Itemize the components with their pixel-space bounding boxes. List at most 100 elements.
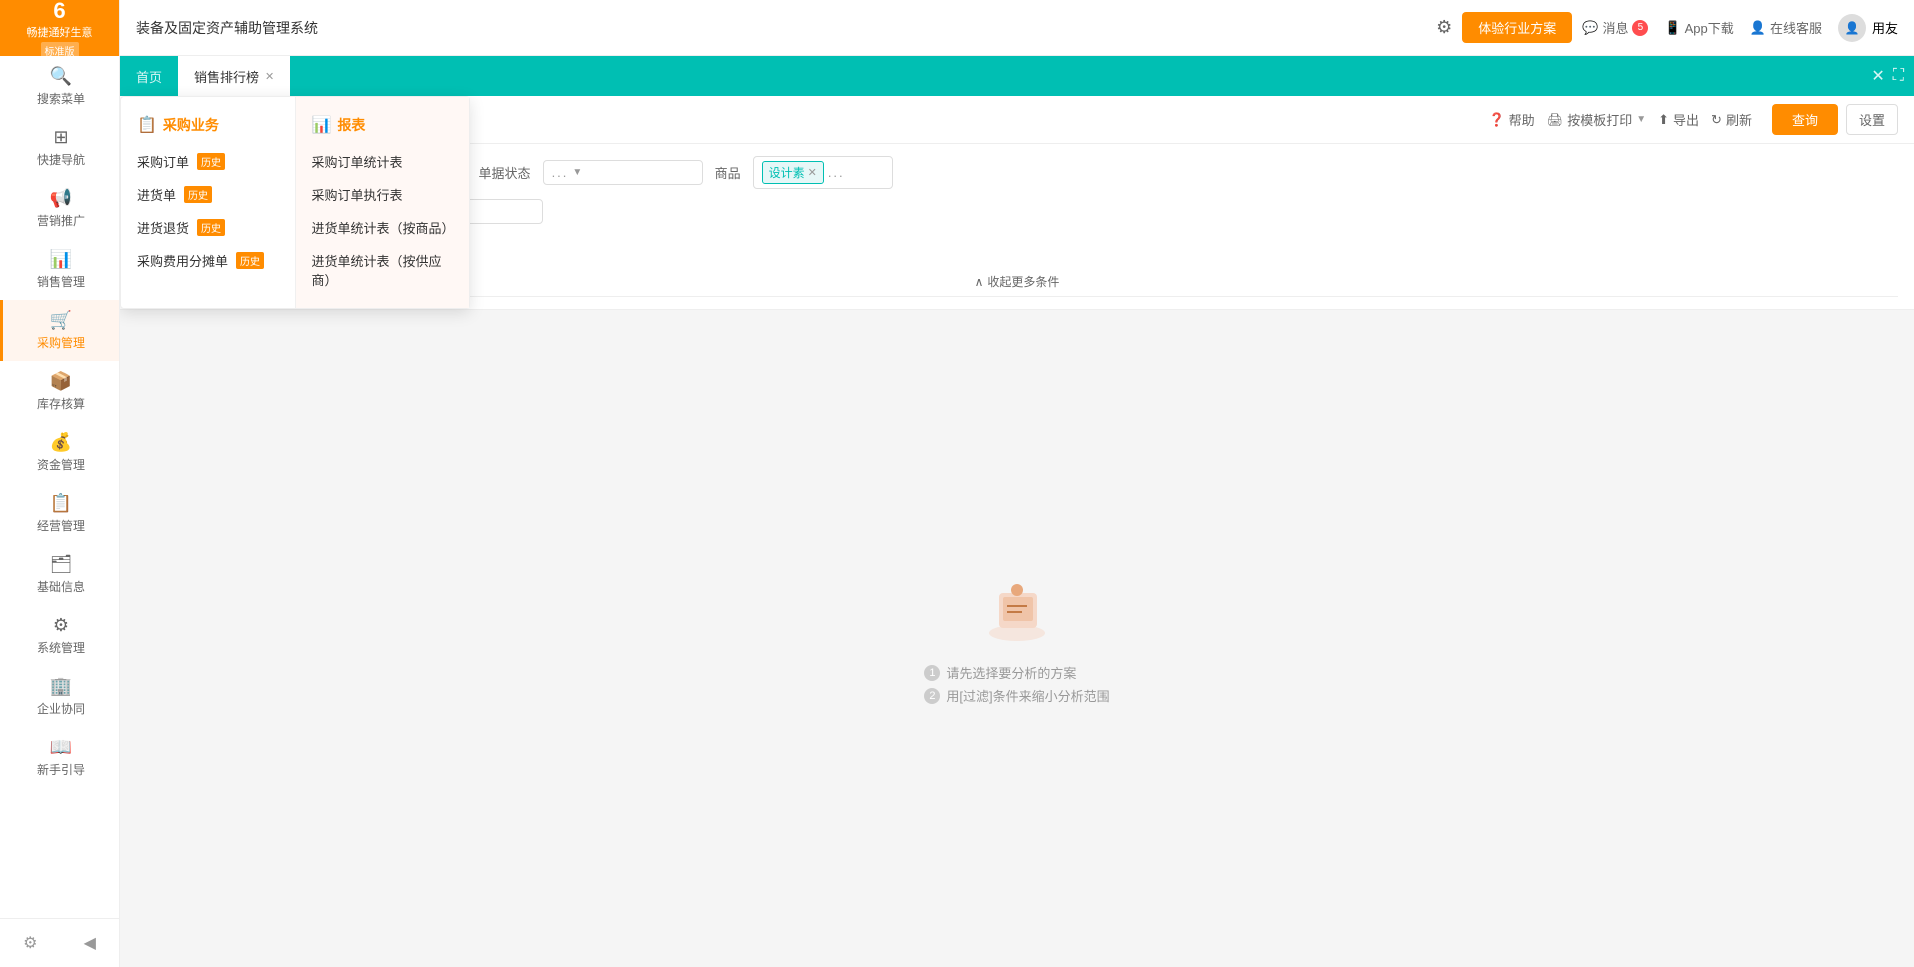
inbound-label: 进货单 bbox=[137, 185, 176, 204]
dropdown-item-inbound-stat-product[interactable]: 进货单统计表（按商品） bbox=[296, 211, 470, 244]
sidebar-item-search[interactable]: 🔍 搜索菜单 bbox=[0, 56, 119, 117]
dropdown-item-order-exec[interactable]: 采购订单执行表 bbox=[296, 178, 470, 211]
tab-expand-btn[interactable]: ⛶ bbox=[1893, 67, 1904, 85]
operation-nav-icon: 📋 bbox=[50, 493, 72, 514]
settings-btn[interactable]: 设置 bbox=[1846, 104, 1898, 135]
inbound-stat-product-label: 进货单统计表（按商品） bbox=[312, 218, 454, 237]
sidebar-item-quick[interactable]: ⊞ 快捷导航 bbox=[0, 117, 119, 178]
query-btn[interactable]: 查询 bbox=[1772, 104, 1838, 135]
sidebar-label-search: 搜索菜单 bbox=[37, 90, 85, 107]
marketing-nav-icon: 📢 bbox=[50, 188, 72, 209]
sidebar-item-purchase[interactable]: 🛒 采购管理 bbox=[0, 300, 119, 361]
purchase-order-hist: 历史 bbox=[197, 153, 225, 170]
sidebar-item-sales[interactable]: 📊 销售管理 bbox=[0, 239, 119, 300]
inbound-stat-supplier-label: 进货单统计表（按供应商） bbox=[312, 251, 454, 289]
product-tag-close[interactable]: ✕ bbox=[808, 166, 817, 179]
help-label: 帮助 bbox=[1509, 110, 1535, 129]
sidebar-item-basic[interactable]: 🗂 基础信息 bbox=[0, 544, 119, 605]
logo-icon: 6 bbox=[53, 0, 65, 24]
dropdown-item-purchase-order[interactable]: 采购订单 历史 bbox=[121, 145, 295, 178]
top-setting-icon[interactable]: ⚙ bbox=[1436, 17, 1452, 38]
dropdown-item-expense[interactable]: 采购费用分摊单 历史 bbox=[121, 244, 295, 277]
sidebar-label-guide: 新手引导 bbox=[37, 761, 85, 778]
top-bar: 装备及固定资产辅助管理系统 ⚙ 体验行业方案 💬 消息 5 📱 App下载 👤 … bbox=[120, 0, 1914, 56]
tab-home[interactable]: 首页 bbox=[120, 56, 178, 96]
empty-tip-2: 2 用[过滤]条件来缩小分析范围 bbox=[924, 686, 1109, 705]
sidebar-item-finance[interactable]: 💰 资金管理 bbox=[0, 422, 119, 483]
sidebar-item-enterprise[interactable]: 🏢 企业协同 bbox=[0, 666, 119, 727]
tip-text-1: 请先选择要分析的方案 bbox=[946, 663, 1076, 682]
collapse-label: 收起更多条件 bbox=[987, 273, 1059, 290]
product-dots: ... bbox=[828, 165, 845, 180]
app-label: App下载 bbox=[1685, 18, 1734, 37]
sidebar-label-basic: 基础信息 bbox=[37, 578, 85, 595]
return-hist: 历史 bbox=[197, 219, 225, 236]
empty-state: 1 请先选择要分析的方案 2 用[过滤]条件来缩小分析范围 bbox=[120, 310, 1914, 967]
dropdown-menu: 📋 采购业务 采购订单 历史 进货单 历史 进货退货 历史 采购费用分摊单 bbox=[120, 96, 470, 309]
order-exec-label: 采购订单执行表 bbox=[312, 185, 403, 204]
sidebar-footer: ⚙ ◀ bbox=[0, 918, 119, 967]
tip-text-2: 用[过滤]条件来缩小分析范围 bbox=[946, 686, 1109, 705]
order-status-input[interactable]: ... ▼ bbox=[543, 160, 703, 185]
sidebar-label-enterprise: 企业协同 bbox=[37, 700, 85, 717]
tab-sales-rank[interactable]: 销售排行榜 ✕ bbox=[178, 56, 290, 96]
report-dropdown-header: 📊 报表 bbox=[296, 109, 470, 145]
dropdown-item-inbound-stat-supplier[interactable]: 进货单统计表（按供应商） bbox=[296, 244, 470, 296]
sidebar-label-inventory: 库存核算 bbox=[37, 395, 85, 412]
print-icon: 🖨 bbox=[1547, 112, 1564, 128]
inbound-hist: 历史 bbox=[184, 186, 212, 203]
main-area: 装备及固定资产辅助管理系统 ⚙ 体验行业方案 💬 消息 5 📱 App下载 👤 … bbox=[120, 0, 1914, 967]
help-icon: ❓ bbox=[1488, 112, 1504, 128]
tip-num-2: 2 bbox=[924, 688, 940, 704]
empty-tip-1: 1 请先选择要分析的方案 bbox=[924, 663, 1109, 682]
message-label: 消息 bbox=[1602, 18, 1628, 37]
system-title: 装备及固定资产辅助管理系统 bbox=[136, 18, 1426, 38]
sidebar-settings-btn[interactable]: ⚙ bbox=[19, 929, 41, 957]
help-btn[interactable]: ❓ 帮助 bbox=[1488, 110, 1534, 129]
sidebar-nav: 🔍 搜索菜单 ⊞ 快捷导航 📢 营销推广 📊 销售管理 🛒 采购管理 📦 库存核… bbox=[0, 56, 119, 918]
sidebar-item-operation[interactable]: 📋 经营管理 bbox=[0, 483, 119, 544]
sidebar-item-inventory[interactable]: 📦 库存核算 bbox=[0, 361, 119, 422]
sidebar-item-marketing[interactable]: 📢 营销推广 bbox=[0, 178, 119, 239]
tab-close-btn[interactable]: ✕ bbox=[1871, 66, 1884, 86]
app-download-btn[interactable]: 📱 App下载 bbox=[1664, 18, 1733, 37]
enterprise-nav-icon: 🏢 bbox=[50, 676, 72, 697]
print-arrow: ▼ bbox=[1636, 114, 1646, 125]
sidebar-item-system[interactable]: ⚙ 系统管理 bbox=[0, 605, 119, 666]
sidebar-label-finance: 资金管理 bbox=[37, 456, 85, 473]
tab-close-icon[interactable]: ✕ bbox=[265, 70, 274, 83]
sidebar-collapse-btn[interactable]: ◀ bbox=[80, 929, 100, 957]
refresh-btn[interactable]: ↻ 刷新 bbox=[1711, 110, 1752, 129]
export-btn[interactable]: ⬆ 导出 bbox=[1658, 110, 1699, 129]
dropdown-item-inbound[interactable]: 进货单 历史 bbox=[121, 178, 295, 211]
top-bar-actions: 💬 消息 5 📱 App下载 👤 在线客服 👤 用友 bbox=[1582, 14, 1898, 42]
app-icon: 📱 bbox=[1664, 20, 1680, 36]
avatar-icon: 👤 bbox=[1845, 21, 1860, 35]
message-btn[interactable]: 💬 消息 5 bbox=[1582, 18, 1648, 37]
report-header-icon: 📊 bbox=[312, 115, 332, 135]
sidebar-label-operation: 经营管理 bbox=[37, 517, 85, 534]
order-stat-label: 采购订单统计表 bbox=[312, 152, 403, 171]
product-tag: 设计素 ✕ bbox=[762, 161, 824, 184]
empty-tips: 1 请先选择要分析的方案 2 用[过滤]条件来缩小分析范围 bbox=[924, 663, 1109, 709]
sidebar-logo: 6 畅捷通好生意 标准版 bbox=[0, 0, 119, 56]
tab-sales-rank-label: 销售排行榜 bbox=[194, 67, 259, 86]
sidebar-label-sales: 销售管理 bbox=[37, 273, 85, 290]
sidebar-label-purchase: 采购管理 bbox=[37, 334, 85, 351]
refresh-icon: ↻ bbox=[1711, 112, 1722, 128]
online-service-btn[interactable]: 👤 在线客服 bbox=[1750, 18, 1822, 37]
report-dropdown-col: 📊 报表 采购订单统计表 采购订单执行表 进货单统计表（按商品） 进货单统计表（… bbox=[295, 97, 470, 308]
dropdown-item-return[interactable]: 进货退货 历史 bbox=[121, 211, 295, 244]
basic-nav-icon: 🗂 bbox=[50, 554, 73, 575]
industry-btn[interactable]: 体验行业方案 bbox=[1462, 12, 1572, 43]
product-input[interactable]: 设计素 ✕ ... bbox=[753, 156, 893, 189]
product-label: 商品 bbox=[715, 163, 741, 182]
export-label: 导出 bbox=[1673, 110, 1699, 129]
print-btn[interactable]: 🖨 按模板打印 ▼ bbox=[1547, 110, 1646, 129]
dropdown-item-order-stat[interactable]: 采购订单统计表 bbox=[296, 145, 470, 178]
user-area[interactable]: 👤 用友 bbox=[1838, 14, 1898, 42]
order-status-label: 单据状态 bbox=[479, 163, 531, 182]
service-icon: 👤 bbox=[1750, 20, 1766, 36]
inventory-nav-icon: 📦 bbox=[50, 371, 72, 392]
sidebar-item-guide[interactable]: 📖 新手引导 bbox=[0, 727, 119, 788]
